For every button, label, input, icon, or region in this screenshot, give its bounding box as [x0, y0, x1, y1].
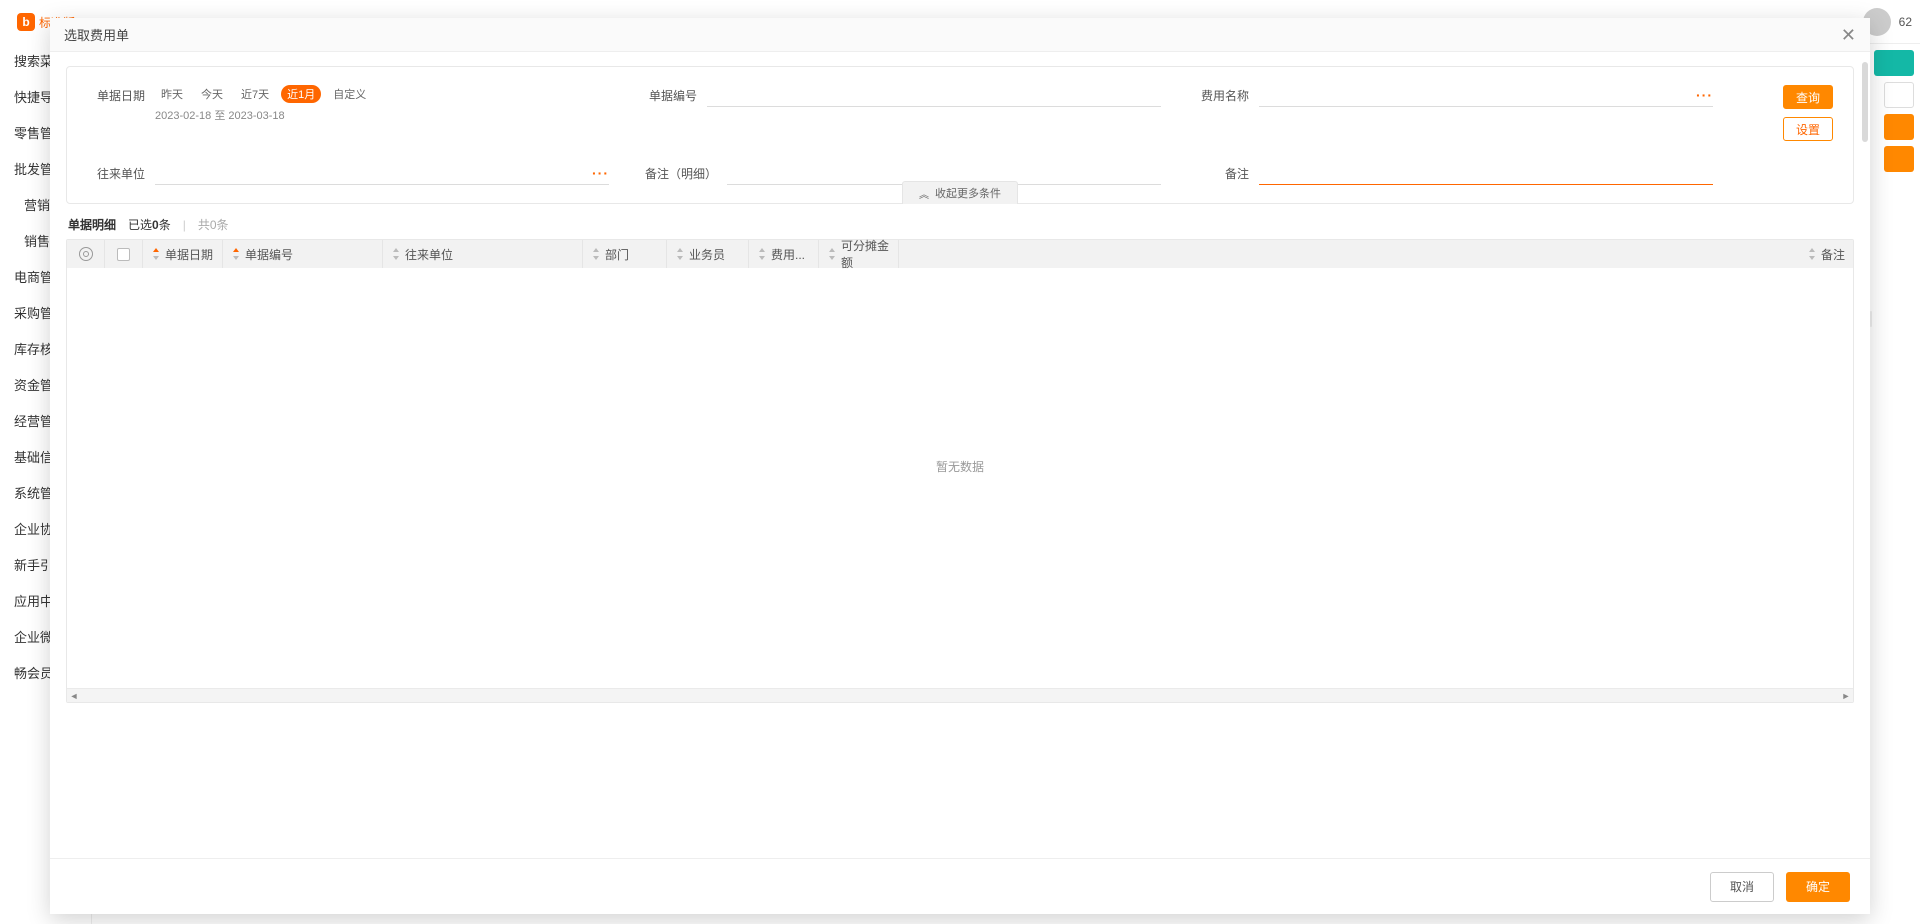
summary-total: 共0条 — [198, 216, 229, 233]
sort-icon — [827, 247, 837, 261]
field-bill-date: 单据日期 昨天 今天 近7天 近1月 自定义 2023-02-18 至 2023… — [87, 85, 609, 123]
filter-panel: 单据日期 昨天 今天 近7天 近1月 自定义 2023-02-18 至 2023… — [66, 66, 1854, 204]
date-pill-1month[interactable]: 近1月 — [281, 85, 321, 103]
sort-icon — [591, 247, 601, 261]
fee-name-input[interactable] — [1259, 85, 1713, 107]
bill-code-input[interactable] — [707, 85, 1161, 107]
column-select-all[interactable] — [105, 240, 143, 268]
scroll-left-icon[interactable]: ◄ — [67, 689, 81, 703]
date-pill-7days[interactable]: 近7天 — [235, 85, 275, 103]
column-department[interactable]: 部门 — [583, 240, 667, 268]
field-fee-name: 费用名称 ··· — [1191, 85, 1713, 107]
summary-sel-suffix: 条 — [159, 218, 171, 232]
column-label: 备注 — [1821, 246, 1845, 263]
search-button[interactable]: 查询 — [1783, 85, 1833, 109]
column-bill-date[interactable]: 单据日期 — [143, 240, 223, 268]
table-header: 单据日期 单据编号 往来单位 部门 业务员 — [67, 240, 1853, 268]
gear-icon — [79, 247, 93, 261]
column-label: 单据编号 — [245, 246, 293, 263]
settings-button[interactable]: 设置 — [1783, 117, 1833, 141]
sort-icon — [151, 247, 161, 261]
empty-text: 暂无数据 — [936, 458, 984, 475]
column-fee[interactable]: 费用... — [749, 240, 819, 268]
date-pill-custom[interactable]: 自定义 — [327, 85, 372, 103]
sort-icon — [231, 247, 241, 261]
column-bill-code[interactable]: 单据编号 — [223, 240, 383, 268]
bill-date-label: 单据日期 — [87, 85, 145, 104]
summary-sel-count: 0 — [152, 218, 159, 232]
date-pill-today[interactable]: 今天 — [195, 85, 229, 103]
ellipsis-icon[interactable]: ··· — [592, 165, 609, 181]
remark-detail-label: 备注（明细） — [639, 163, 717, 182]
column-label: 往来单位 — [405, 246, 453, 263]
date-pill-yesterday[interactable]: 昨天 — [155, 85, 189, 103]
sort-icon — [391, 247, 401, 261]
select-fee-bill-modal: 选取费用单 ✕ 单据日期 昨天 今天 近7天 近1月 自定义 — [50, 18, 1870, 914]
ellipsis-icon[interactable]: ··· — [1696, 87, 1713, 103]
column-label: 费用... — [771, 246, 805, 263]
table-empty-state: 暂无数据 — [67, 268, 1853, 688]
horizontal-scrollbar[interactable]: ◄ ► — [67, 688, 1853, 702]
field-remark-detail: 备注（明细） — [639, 163, 1161, 185]
date-preset-pills: 昨天 今天 近7天 近1月 自定义 — [155, 85, 609, 103]
remark-label: 备注 — [1191, 163, 1249, 182]
confirm-button[interactable]: 确定 — [1786, 872, 1850, 902]
column-label: 业务员 — [689, 246, 725, 263]
summary-title: 单据明细 — [68, 216, 116, 233]
summary-selected: 已选0条 — [128, 216, 171, 233]
sort-icon — [757, 247, 767, 261]
sort-icon — [1807, 247, 1817, 261]
field-bill-code: 单据编号 — [639, 85, 1161, 107]
column-label: 可分摊金额 — [841, 237, 890, 271]
column-remark[interactable]: 备注 — [899, 240, 1853, 268]
summary-sel-prefix: 已选 — [128, 218, 152, 232]
column-salesperson[interactable]: 业务员 — [667, 240, 749, 268]
sort-icon — [675, 247, 685, 261]
column-label: 单据日期 — [165, 246, 213, 263]
bill-code-label: 单据编号 — [639, 85, 697, 104]
checkbox-icon — [117, 248, 130, 261]
column-allocatable-amount[interactable]: 可分摊金额 — [819, 240, 899, 268]
modal-title: 选取费用单 — [64, 25, 129, 44]
modal-body: 单据日期 昨天 今天 近7天 近1月 自定义 2023-02-18 至 2023… — [50, 52, 1870, 858]
summary-divider: | — [183, 218, 186, 232]
close-icon[interactable]: ✕ — [1841, 26, 1856, 44]
vendor-input[interactable] — [155, 163, 609, 185]
column-vendor[interactable]: 往来单位 — [383, 240, 583, 268]
summary-bar: 单据明细 已选0条 | 共0条 — [68, 216, 1854, 233]
field-vendor: 往来单位 ··· — [87, 163, 609, 185]
collapse-label: 收起更多条件 — [935, 185, 1001, 201]
remark-input[interactable] — [1259, 163, 1713, 185]
chevron-up-icon: ︽ — [919, 186, 929, 201]
date-range-text: 2023-02-18 至 2023-03-18 — [155, 107, 609, 123]
scroll-right-icon[interactable]: ► — [1839, 689, 1853, 703]
column-settings[interactable] — [67, 240, 105, 268]
modal-footer: 取消 确定 — [50, 858, 1870, 914]
vendor-label: 往来单位 — [87, 163, 145, 182]
field-remark: 备注 — [1191, 163, 1713, 185]
cancel-button[interactable]: 取消 — [1710, 872, 1774, 902]
table: 单据日期 单据编号 往来单位 部门 业务员 — [66, 239, 1854, 703]
fee-name-label: 费用名称 — [1191, 85, 1249, 104]
modal-header: 选取费用单 ✕ — [50, 18, 1870, 52]
filter-buttons: 查询 设置 — [1743, 85, 1833, 141]
collapse-filters-tab[interactable]: ︽ 收起更多条件 — [902, 181, 1018, 204]
column-label: 部门 — [605, 246, 629, 263]
